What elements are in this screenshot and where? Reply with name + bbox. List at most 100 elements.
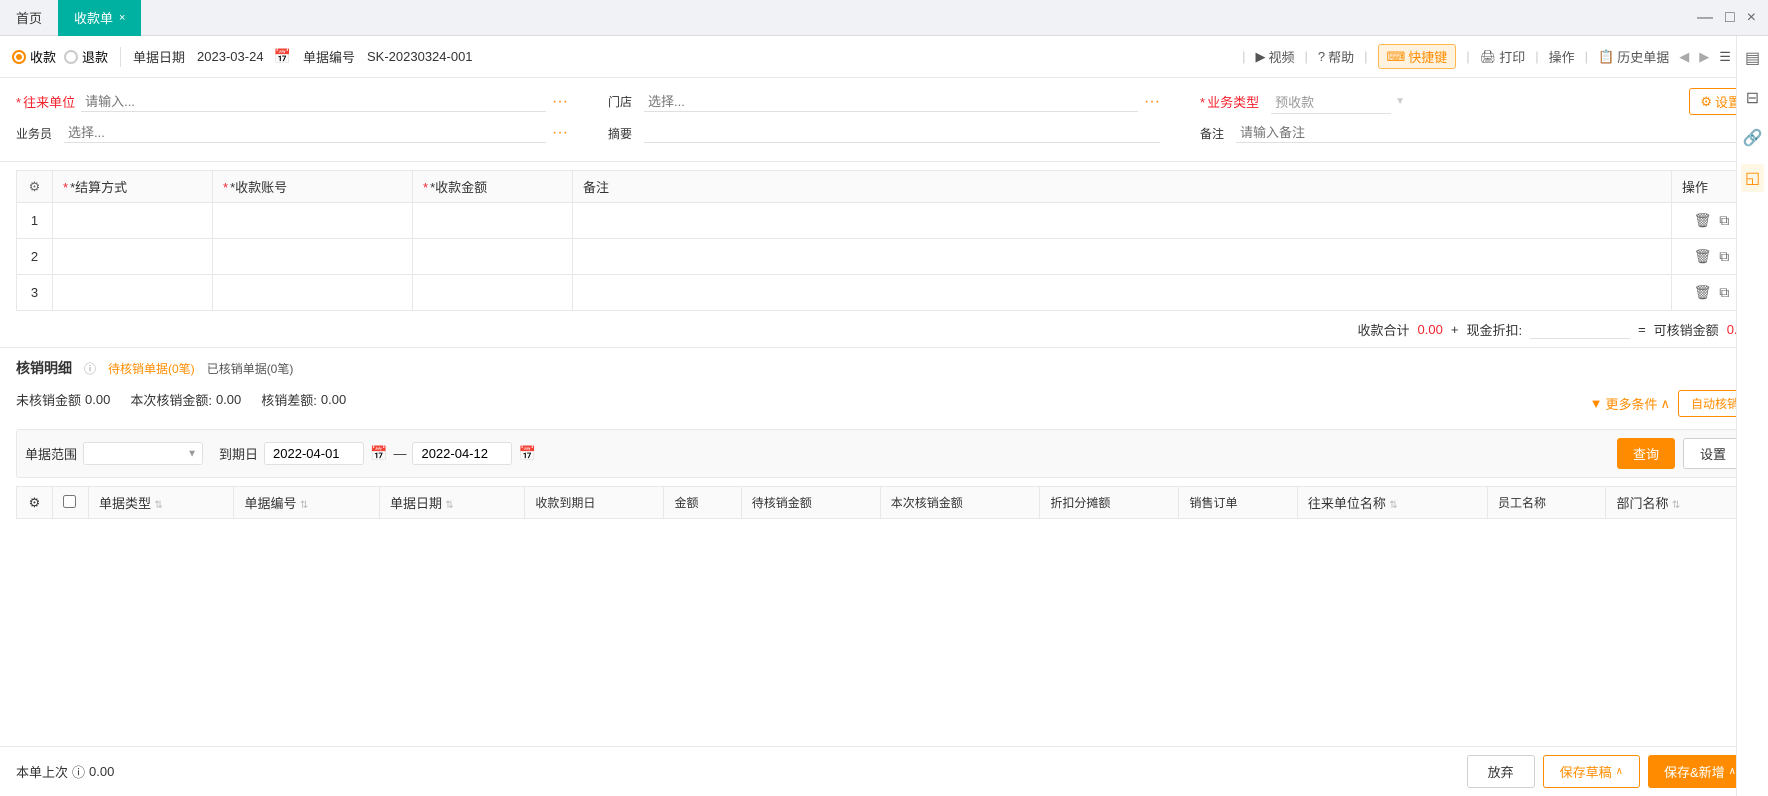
- verify-stats-row: 未核销金额 0.00 本次核销金额: 0.00 核销差额: 0.00 ▼ 更多条…: [16, 386, 1752, 421]
- tab-receipt[interactable]: 收款单 ×: [58, 0, 141, 36]
- help-btn[interactable]: ? 帮助: [1318, 47, 1354, 66]
- partner-input[interactable]: [81, 92, 546, 112]
- save-draft-btn[interactable]: 保存草稿 ∧: [1543, 755, 1640, 788]
- calendar-icon[interactable]: 📅: [274, 48, 291, 65]
- bottom-info: 本单上次 ⓘ 0.00: [16, 762, 114, 781]
- shortcut-btn[interactable]: ⌨ 快捷键: [1378, 44, 1457, 69]
- date-to-icon[interactable]: 📅: [518, 445, 535, 462]
- sub-col-number[interactable]: 单据编号 ⇅: [234, 487, 379, 519]
- history-btn[interactable]: 📋 历史单据: [1598, 47, 1669, 66]
- bottom-info-label: 本单上次: [16, 762, 68, 781]
- row-3-copy-icon[interactable]: ⧉: [1719, 284, 1729, 300]
- tab-home[interactable]: 首页: [0, 0, 58, 36]
- video-btn[interactable]: ▶ 视频: [1255, 47, 1294, 66]
- shop-more-icon[interactable]: ···: [1144, 94, 1160, 110]
- abandon-btn[interactable]: 放弃: [1467, 755, 1535, 788]
- row-2-remark[interactable]: [573, 239, 1672, 275]
- row-2-delete-icon[interactable]: 🗑: [1694, 248, 1712, 264]
- main-container: 收款 退款 单据日期 2023-03-24 📅 单据编号 SK-20230324…: [0, 36, 1768, 796]
- unchecked-value: 0.00: [85, 392, 110, 407]
- sidebar-list-icon[interactable]: ⊟: [1742, 84, 1763, 112]
- row-1-delete-icon[interactable]: 🗑: [1694, 212, 1712, 228]
- summary-input[interactable]: [644, 123, 1160, 143]
- verify-title: 核销明细: [16, 358, 72, 378]
- print-btn[interactable]: 🖨 打印: [1480, 47, 1526, 66]
- sub-col-gear[interactable]: ⚙: [17, 487, 53, 519]
- date-field: 单据日期 2023-03-24 📅: [133, 47, 291, 66]
- row-3-delete-icon[interactable]: 🗑: [1694, 284, 1712, 300]
- pending-tab[interactable]: 待核销单据(0笔): [108, 360, 195, 377]
- window-minimize-icon[interactable]: —: [1693, 7, 1717, 29]
- sub-col-partner[interactable]: 往来单位名称 ⇅: [1297, 487, 1487, 519]
- row-3-remark[interactable]: [573, 275, 1672, 311]
- done-tab[interactable]: 已核销单据(0笔): [207, 360, 294, 377]
- more-filter-btn[interactable]: ▼ 更多条件 ∧: [1590, 394, 1670, 413]
- sub-col-type[interactable]: 单据类型 ⇅: [89, 487, 234, 519]
- row-3-amount[interactable]: [413, 275, 573, 311]
- row-1-copy-icon[interactable]: ⧉: [1719, 212, 1729, 228]
- radio-refund[interactable]: 退款: [64, 47, 108, 66]
- operate-btn[interactable]: 操作: [1549, 47, 1575, 66]
- tab-close-icon[interactable]: ×: [119, 12, 125, 24]
- radio-receipt[interactable]: 收款: [12, 47, 56, 66]
- partner-more-icon[interactable]: ···: [552, 94, 568, 110]
- range-select[interactable]: [83, 442, 203, 465]
- biz-type-select[interactable]: 预收款 ▼: [1271, 90, 1689, 114]
- staff-more-icon[interactable]: ···: [552, 125, 568, 141]
- staff-input[interactable]: [64, 123, 546, 143]
- discount-input[interactable]: [1530, 319, 1630, 339]
- query-btn[interactable]: 查询: [1617, 438, 1675, 469]
- window-close-icon[interactable]: ×: [1743, 7, 1760, 29]
- row-2-copy-icon[interactable]: ⧉: [1719, 248, 1729, 264]
- summary-label: 摘要: [608, 125, 632, 142]
- row-1-remark[interactable]: [573, 203, 1672, 239]
- biz-type-value: 预收款: [1271, 90, 1391, 114]
- date-from-icon[interactable]: 📅: [370, 445, 387, 462]
- filter-settings-btn[interactable]: 设置: [1683, 438, 1743, 469]
- video-icon: ▶: [1255, 49, 1265, 65]
- list-icon[interactable]: ☰: [1719, 49, 1731, 65]
- range-label: 单据范围: [25, 444, 77, 463]
- sidebar-table-icon[interactable]: ▤: [1741, 44, 1764, 72]
- next-icon[interactable]: ▶: [1699, 49, 1709, 65]
- diff-value: 0.00: [321, 392, 346, 407]
- sub-col-dept[interactable]: 部门名称 ⇅: [1606, 487, 1752, 519]
- row-1-settlement[interactable]: [53, 203, 213, 239]
- col-gear[interactable]: ⚙: [17, 171, 53, 203]
- operate-label: 操作: [1549, 47, 1575, 66]
- sub-col-due: 收款到期日: [525, 487, 664, 519]
- radio-refund-circle: [64, 50, 78, 64]
- partner-field: *往来单位 ···: [16, 92, 568, 112]
- date-from-input[interactable]: [264, 442, 364, 465]
- date-to-input[interactable]: [412, 442, 512, 465]
- receipt-table: ⚙ **结算方式 **收款账号 **收款金额 备注 操作 1 🗑: [16, 170, 1752, 311]
- row-1-amount[interactable]: [413, 203, 573, 239]
- window-maximize-icon[interactable]: □: [1721, 7, 1739, 29]
- shop-label: 门店: [608, 93, 632, 110]
- verify-info-icon[interactable]: ⓘ: [84, 360, 96, 377]
- print-label: 打印: [1499, 47, 1525, 66]
- bottom-info-icon[interactable]: ⓘ: [72, 762, 85, 781]
- current-stat: 本次核销金额: 0.00: [130, 390, 241, 409]
- row-2-settlement[interactable]: [53, 239, 213, 275]
- row-3-settlement[interactable]: [53, 275, 213, 311]
- date-value[interactable]: 2023-03-24: [197, 49, 264, 64]
- toolbar-sep-2: |: [1304, 49, 1307, 64]
- sidebar-link-icon[interactable]: 🔗: [1739, 124, 1767, 152]
- sidebar-expand-icon[interactable]: ◱: [1741, 164, 1764, 192]
- history-label: 历史单据: [1617, 47, 1669, 66]
- sub-col-date[interactable]: 单据日期 ⇅: [379, 487, 524, 519]
- number-value: SK-20230324-001: [367, 49, 473, 64]
- select-all-checkbox[interactable]: [63, 495, 76, 508]
- more-filter-label: 更多条件: [1605, 394, 1657, 413]
- row-1-account[interactable]: [213, 203, 413, 239]
- biz-type-label: *业务类型: [1200, 92, 1259, 111]
- prev-icon[interactable]: ◀: [1679, 49, 1689, 65]
- radio-refund-label: 退款: [82, 47, 108, 66]
- sub-col-sales: 销售订单: [1179, 487, 1297, 519]
- remark-input[interactable]: [1236, 123, 1752, 143]
- row-2-account[interactable]: [213, 239, 413, 275]
- row-3-account[interactable]: [213, 275, 413, 311]
- row-2-amount[interactable]: [413, 239, 573, 275]
- shop-input[interactable]: [644, 92, 1138, 112]
